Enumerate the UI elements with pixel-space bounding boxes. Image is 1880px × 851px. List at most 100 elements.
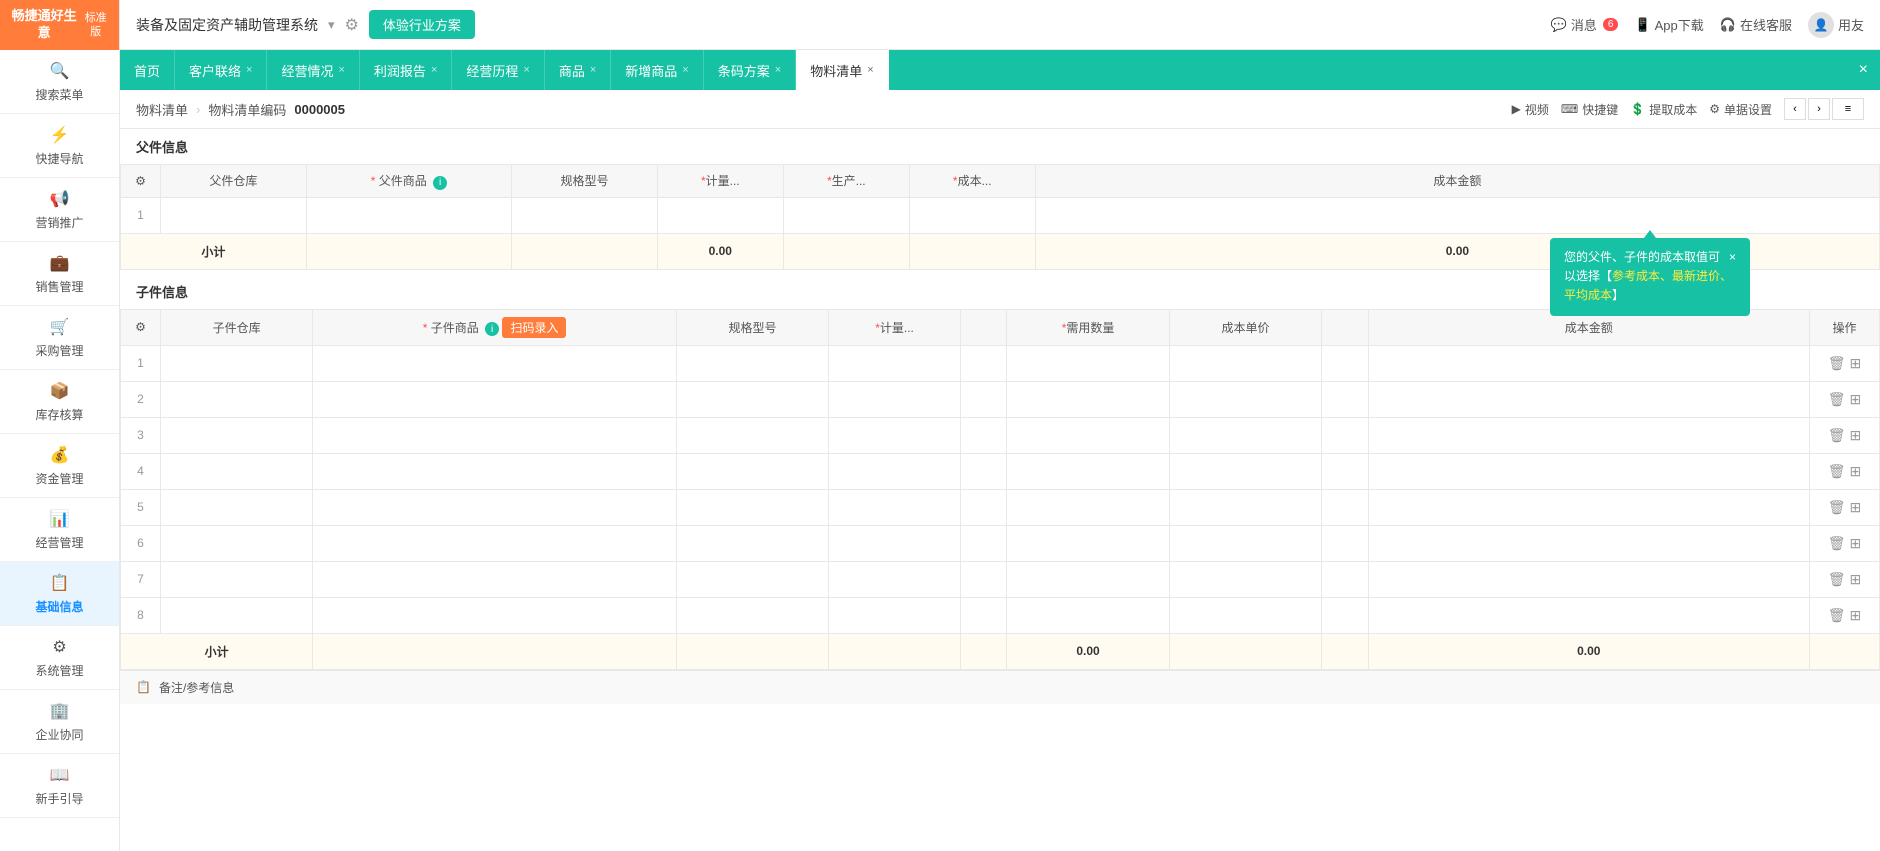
close-all-tabs[interactable]: ×: [1847, 50, 1880, 90]
child-row-4-unit-cost[interactable]: [1169, 453, 1321, 489]
tooltip-close-button[interactable]: ×: [1729, 248, 1736, 267]
child-row-1-spec[interactable]: [676, 345, 828, 381]
single-settings-tool[interactable]: ⚙ 单据设置: [1709, 101, 1772, 118]
child-row-6-unit[interactable]: [829, 525, 961, 561]
message-button[interactable]: 💬 消息 6: [1551, 15, 1619, 34]
child-row-2-extra[interactable]: [960, 381, 1006, 417]
child-row-4-goods[interactable]: [313, 453, 677, 489]
sidebar-item-finance[interactable]: 💰 资金管理: [0, 434, 119, 498]
child-row-7-unit[interactable]: [829, 561, 961, 597]
tab-operations[interactable]: 经营情况 ×: [267, 50, 359, 90]
child-row-8-warehouse[interactable]: [161, 597, 313, 633]
child-row-2-unit[interactable]: [829, 381, 961, 417]
child-goods-info-icon[interactable]: i: [485, 322, 499, 336]
child-row-2-spec[interactable]: [676, 381, 828, 417]
child-row-2-goods[interactable]: [313, 381, 677, 417]
child-row-8-amount[interactable]: [1368, 597, 1809, 633]
child-row-3-unit[interactable]: [829, 417, 961, 453]
child-row-7-unit-cost[interactable]: [1169, 561, 1321, 597]
delete-icon-row-4[interactable]: 🗑: [1828, 463, 1846, 480]
child-row-1-goods[interactable]: [313, 345, 677, 381]
copy-icon-row-4[interactable]: ⊞: [1850, 463, 1862, 480]
sidebar-item-sales[interactable]: 💼 销售管理: [0, 242, 119, 306]
child-row-1-extra2[interactable]: [1322, 345, 1368, 381]
delete-icon-row-7[interactable]: 🗑: [1828, 571, 1846, 588]
copy-icon-row-7[interactable]: ⊞: [1850, 571, 1862, 588]
child-row-5-quantity[interactable]: [1007, 489, 1170, 525]
sidebar-item-search[interactable]: 🔍 搜索菜单: [0, 50, 119, 114]
extract-cost-tool[interactable]: 💲 提取成本: [1630, 101, 1697, 118]
copy-icon-row-5[interactable]: ⊞: [1850, 499, 1862, 516]
dropdown-arrow-icon[interactable]: ▾: [328, 17, 335, 33]
child-row-8-spec[interactable]: [676, 597, 828, 633]
child-row-7-quantity[interactable]: [1007, 561, 1170, 597]
scan-button[interactable]: 扫码录入: [502, 317, 566, 338]
child-row-8-extra2[interactable]: [1322, 597, 1368, 633]
app-download-button[interactable]: 📱 App下载: [1634, 15, 1703, 34]
close-tab-barcode[interactable]: ×: [775, 64, 781, 76]
delete-icon-row-1[interactable]: 🗑: [1828, 355, 1846, 372]
child-row-4-quantity[interactable]: [1007, 453, 1170, 489]
delete-icon-row-2[interactable]: 🗑: [1828, 391, 1846, 408]
delete-icon-row-3[interactable]: 🗑: [1828, 427, 1846, 444]
copy-icon-row-8[interactable]: ⊞: [1850, 607, 1862, 624]
child-row-3-extra2[interactable]: [1322, 417, 1368, 453]
child-row-8-unit-cost[interactable]: [1169, 597, 1321, 633]
child-row-6-warehouse[interactable]: [161, 525, 313, 561]
child-row-4-spec[interactable]: [676, 453, 828, 489]
bottom-tab[interactable]: 📋 备注/参考信息: [120, 670, 1880, 704]
close-tab-new-goods[interactable]: ×: [682, 64, 688, 76]
child-row-6-quantity[interactable]: [1007, 525, 1170, 561]
child-row-6-goods[interactable]: [313, 525, 677, 561]
tab-home[interactable]: 首页: [120, 50, 175, 90]
close-tab-goods[interactable]: ×: [590, 64, 596, 76]
close-tab-history[interactable]: ×: [523, 64, 529, 76]
child-row-8-goods[interactable]: [313, 597, 677, 633]
child-row-4-unit[interactable]: [829, 453, 961, 489]
shortcut-tool[interactable]: ⌨ 快捷键: [1561, 101, 1618, 118]
child-row-3-spec[interactable]: [676, 417, 828, 453]
child-row-4-extra[interactable]: [960, 453, 1006, 489]
child-row-1-amount[interactable]: [1368, 345, 1809, 381]
child-row-2-unit-cost[interactable]: [1169, 381, 1321, 417]
child-row-1-warehouse[interactable]: [161, 345, 313, 381]
child-row-5-goods[interactable]: [313, 489, 677, 525]
close-tab-profit[interactable]: ×: [431, 64, 437, 76]
parent-row-1-production[interactable]: [783, 197, 909, 233]
sidebar-item-basic-info[interactable]: 📋 基础信息: [0, 562, 119, 626]
video-tool[interactable]: ▶ 视频: [1512, 101, 1549, 118]
child-row-8-quantity[interactable]: [1007, 597, 1170, 633]
close-tab-operations[interactable]: ×: [338, 64, 344, 76]
child-row-6-extra2[interactable]: [1322, 525, 1368, 561]
tab-history[interactable]: 经营历程 ×: [452, 50, 544, 90]
parent-goods-info-icon[interactable]: i: [433, 176, 447, 190]
sidebar-item-inventory[interactable]: 📦 库存核算: [0, 370, 119, 434]
child-row-1-unit-cost[interactable]: [1169, 345, 1321, 381]
child-col-settings[interactable]: ⚙: [121, 309, 161, 345]
child-row-3-amount[interactable]: [1368, 417, 1809, 453]
parent-col-settings[interactable]: ⚙: [121, 165, 161, 198]
child-row-2-amount[interactable]: [1368, 381, 1809, 417]
child-row-2-warehouse[interactable]: [161, 381, 313, 417]
tab-bom[interactable]: 物料清单 ×: [796, 50, 888, 90]
child-row-4-warehouse[interactable]: [161, 453, 313, 489]
child-row-1-unit[interactable]: [829, 345, 961, 381]
parent-row-1-warehouse[interactable]: [161, 197, 307, 233]
child-row-6-amount[interactable]: [1368, 525, 1809, 561]
settings-icon[interactable]: ⚙: [345, 15, 359, 35]
parent-row-1-amount[interactable]: [1035, 197, 1879, 233]
child-row-2-quantity[interactable]: [1007, 381, 1170, 417]
sidebar-item-quick-nav[interactable]: ⚡ 快捷导航: [0, 114, 119, 178]
child-row-5-unit-cost[interactable]: [1169, 489, 1321, 525]
tab-customer[interactable]: 客户联络 ×: [175, 50, 267, 90]
sidebar-item-operations[interactable]: 📊 经营管理: [0, 498, 119, 562]
child-row-3-unit-cost[interactable]: [1169, 417, 1321, 453]
child-row-7-extra2[interactable]: [1322, 561, 1368, 597]
parent-row-1-goods[interactable]: [306, 197, 512, 233]
delete-icon-row-6[interactable]: 🗑: [1828, 535, 1846, 552]
parent-row-1-unit[interactable]: [657, 197, 783, 233]
prev-arrow-button[interactable]: ‹: [1784, 98, 1806, 120]
copy-icon-row-1[interactable]: ⊞: [1850, 355, 1862, 372]
child-row-1-quantity[interactable]: [1007, 345, 1170, 381]
breadcrumb-item-1[interactable]: 物料清单: [136, 100, 188, 119]
